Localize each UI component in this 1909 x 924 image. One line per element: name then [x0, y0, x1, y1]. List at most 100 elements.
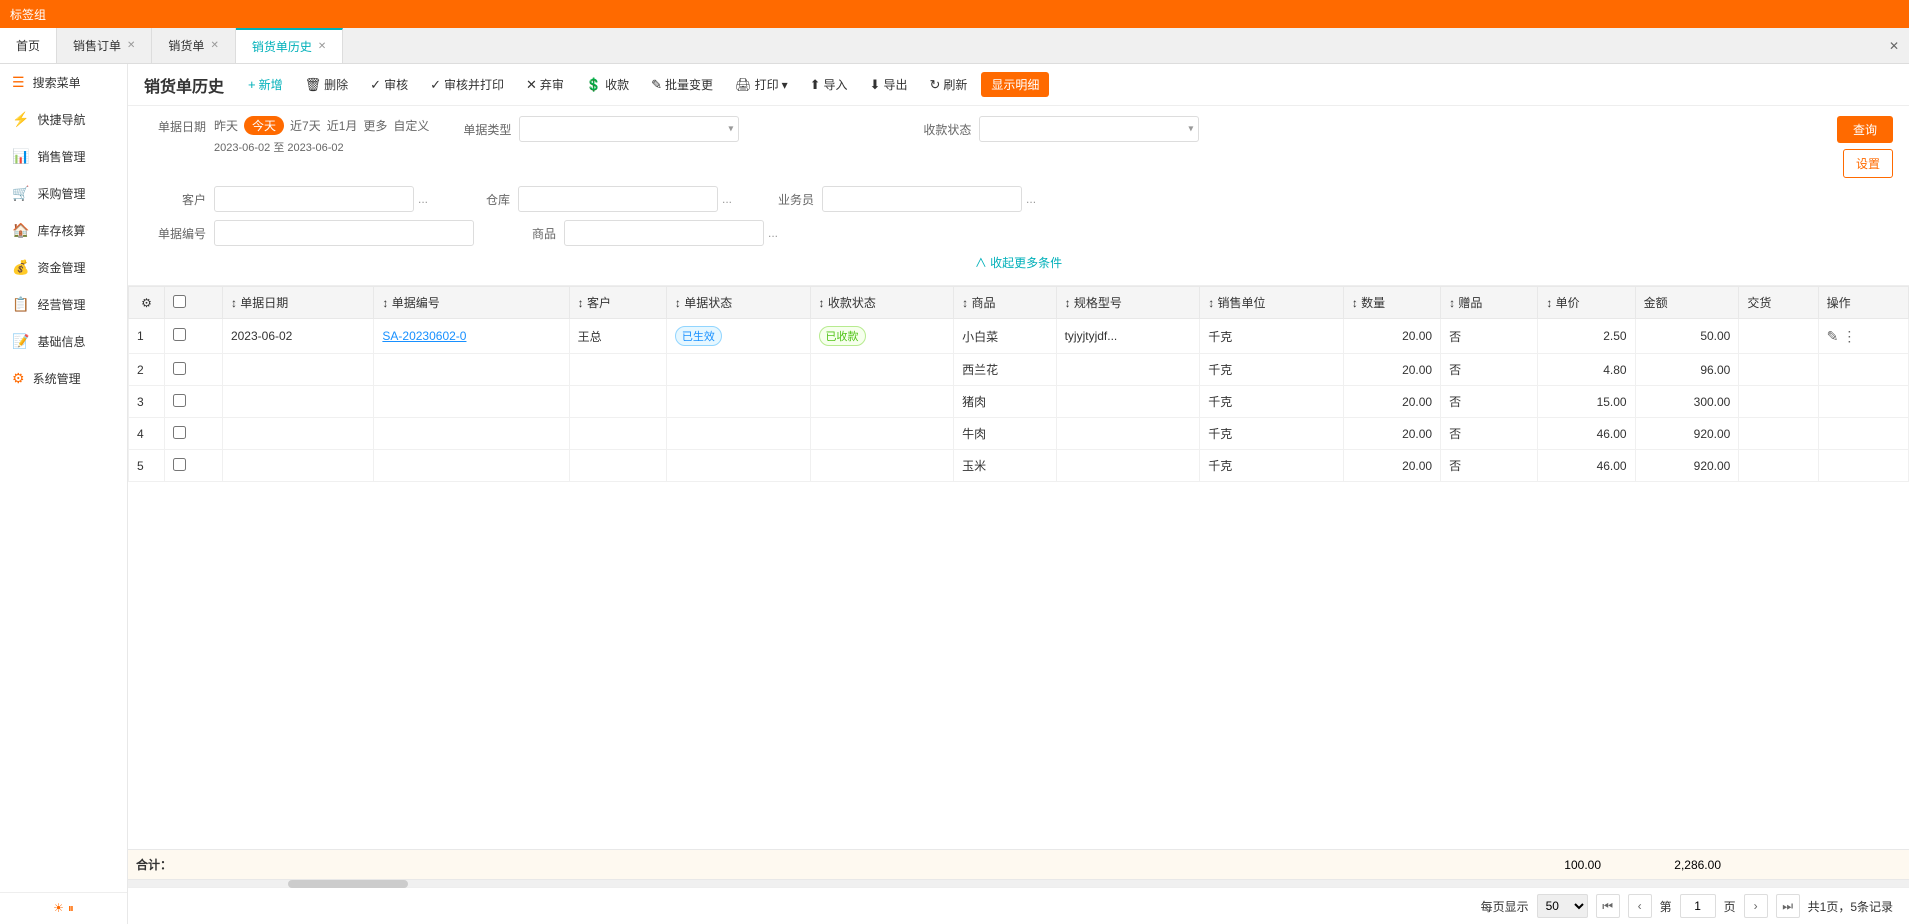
date-btn-today[interactable]: 今天 [244, 116, 284, 135]
type-select[interactable] [519, 116, 739, 142]
row-ops[interactable] [1818, 418, 1908, 450]
row-checkbox[interactable] [165, 319, 223, 354]
col-checkbox[interactable] [165, 287, 223, 319]
sidebar-item-inventory[interactable]: 🏠 库存核算 [0, 212, 127, 249]
tab-sales-delivery[interactable]: 销货单 ✕ [152, 28, 235, 63]
sidebar-bottom-btn1[interactable]: ☀ [53, 901, 64, 916]
row-checkbox-input[interactable] [173, 426, 186, 439]
sidebar-item-inventory-label: 库存核算 [37, 222, 85, 239]
pay-status-select[interactable] [979, 116, 1199, 142]
batch-change-btn[interactable]: ✎ 批量变更 [643, 73, 721, 96]
page-input[interactable] [1680, 894, 1716, 918]
abandon-btn[interactable]: ✕ 弃审 [518, 73, 572, 96]
tab-home[interactable]: 首页 [0, 28, 57, 63]
sidebar-item-search-menu[interactable]: ☰ 搜索菜单 [0, 64, 127, 101]
row-order-no[interactable] [374, 354, 569, 386]
print-btn[interactable]: 🖨 打印 ▾ [727, 73, 796, 96]
row-more-btn[interactable]: ⋮ [1842, 328, 1856, 345]
row-qty: 20.00 [1343, 450, 1440, 482]
refresh-btn[interactable]: ↻ 刷新 [921, 73, 975, 96]
tab-sales-delivery-close[interactable]: ✕ [210, 40, 218, 51]
row-ops[interactable] [1818, 450, 1908, 482]
collapse-btn[interactable]: ∧ 收起更多条件 [144, 250, 1893, 275]
sidebar-item-quick-nav[interactable]: ⚡ 快捷导航 [0, 101, 127, 138]
tab-sales-history[interactable]: 销货单历史 ✕ [236, 28, 343, 63]
col-qty[interactable]: ↕ 数量 [1343, 287, 1440, 319]
goods-input[interactable] [564, 220, 764, 246]
row-checkbox-input[interactable] [173, 394, 186, 407]
sidebar-item-sys-mgmt[interactable]: ⚙ 系统管理 [0, 360, 127, 397]
col-price[interactable]: ↕ 单价 [1538, 287, 1635, 319]
tab-sales-order-close[interactable]: ✕ [127, 40, 135, 51]
col-goods[interactable]: ↕ 商品 [954, 287, 1056, 319]
first-page-btn[interactable]: ⏮ [1596, 894, 1620, 918]
row-ops[interactable] [1818, 386, 1908, 418]
col-spec[interactable]: ↕ 规格型号 [1056, 287, 1200, 319]
date-btn-7days[interactable]: 近7天 [290, 117, 321, 134]
per-page-select[interactable]: 50 20 100 [1537, 894, 1588, 918]
sidebar-item-purchase-mgmt-label: 采购管理 [37, 185, 85, 202]
row-checkbox[interactable] [165, 418, 223, 450]
col-order-status[interactable]: ↕ 单据状态 [666, 287, 810, 319]
row-order-no[interactable] [374, 450, 569, 482]
audit-icon: ✓ [370, 77, 381, 93]
audit-print-btn[interactable]: ✓ 审核并打印 [422, 73, 512, 96]
delete-btn[interactable]: 🗑 删除 [297, 73, 357, 96]
sidebar-bottom-btn2[interactable]: ⏸ [68, 901, 74, 916]
row-order-no[interactable] [374, 418, 569, 450]
receive-btn[interactable]: 💲 收款 [578, 73, 637, 96]
goods-dots[interactable]: ... [768, 226, 778, 240]
set-btn[interactable]: 设置 [1843, 149, 1893, 178]
tab-sales-order[interactable]: 销售订单 ✕ [57, 28, 152, 63]
col-date[interactable]: ↕ 单据日期 [222, 287, 373, 319]
last-page-btn[interactable]: ⏭ [1776, 894, 1800, 918]
show-detail-btn[interactable]: 显示明细 [981, 72, 1049, 97]
sidebar-item-purchase-mgmt[interactable]: 🛒 采购管理 [0, 175, 127, 212]
warehouse-input[interactable] [518, 186, 718, 212]
col-pay-status[interactable]: ↕ 收款状态 [810, 287, 954, 319]
salesperson-input[interactable] [822, 186, 1022, 212]
row-checkbox[interactable] [165, 354, 223, 386]
date-btn-more[interactable]: 更多 [363, 117, 387, 134]
col-settings[interactable]: ⚙ [129, 287, 165, 319]
scrollbar-area[interactable] [128, 879, 1909, 887]
import-btn[interactable]: ⬆ 导入 [802, 73, 856, 96]
warehouse-dots[interactable]: ... [722, 192, 732, 206]
query-btn[interactable]: 查询 [1837, 116, 1893, 143]
next-page-btn[interactable]: › [1744, 894, 1768, 918]
sidebar-item-finance[interactable]: 💰 资金管理 [0, 249, 127, 286]
close-all-tabs-btn[interactable]: ✕ [1889, 39, 1899, 53]
row-order-no[interactable] [374, 386, 569, 418]
row-checkbox-input[interactable] [173, 458, 186, 471]
new-btn[interactable]: + 新增 [240, 73, 291, 96]
salesperson-dots[interactable]: ... [1026, 192, 1036, 206]
row-order-no[interactable]: SA-20230602-0 [374, 319, 569, 354]
date-btn-custom[interactable]: 自定义 [393, 117, 429, 134]
row-checkbox-input[interactable] [173, 362, 186, 375]
row-checkbox-input[interactable] [173, 328, 186, 341]
prev-page-btn[interactable]: ‹ [1628, 894, 1652, 918]
select-all-checkbox[interactable] [173, 295, 186, 308]
col-unit[interactable]: ↕ 销售单位 [1200, 287, 1344, 319]
date-btn-yesterday[interactable]: 昨天 [214, 117, 238, 134]
tab-sales-history-close[interactable]: ✕ [318, 41, 326, 52]
order-no-link[interactable]: SA-20230602-0 [382, 329, 466, 343]
row-ops[interactable] [1818, 354, 1908, 386]
sidebar-item-sales-mgmt[interactable]: 📊 销售管理 [0, 138, 127, 175]
order-no-input[interactable] [214, 220, 474, 246]
row-ops[interactable]: ✎⋮ [1818, 319, 1908, 354]
col-order-no[interactable]: ↕ 单据编号 [374, 287, 569, 319]
customer-input[interactable] [214, 186, 414, 212]
sidebar-item-operations[interactable]: 📋 经营管理 [0, 286, 127, 323]
sidebar-item-base-info[interactable]: 📝 基础信息 [0, 323, 127, 360]
row-edit-btn[interactable]: ✎ [1827, 328, 1839, 345]
row-checkbox[interactable] [165, 450, 223, 482]
date-btn-1month[interactable]: 近1月 [327, 117, 358, 134]
export-btn[interactable]: ⬇ 导出 [862, 73, 916, 96]
audit-btn[interactable]: ✓ 审核 [362, 73, 416, 96]
col-customer[interactable]: ↕ 客户 [569, 287, 666, 319]
customer-dots[interactable]: ... [418, 192, 428, 206]
col-gift[interactable]: ↕ 赠品 [1441, 287, 1538, 319]
scrollbar-thumb[interactable] [288, 880, 408, 888]
row-checkbox[interactable] [165, 386, 223, 418]
